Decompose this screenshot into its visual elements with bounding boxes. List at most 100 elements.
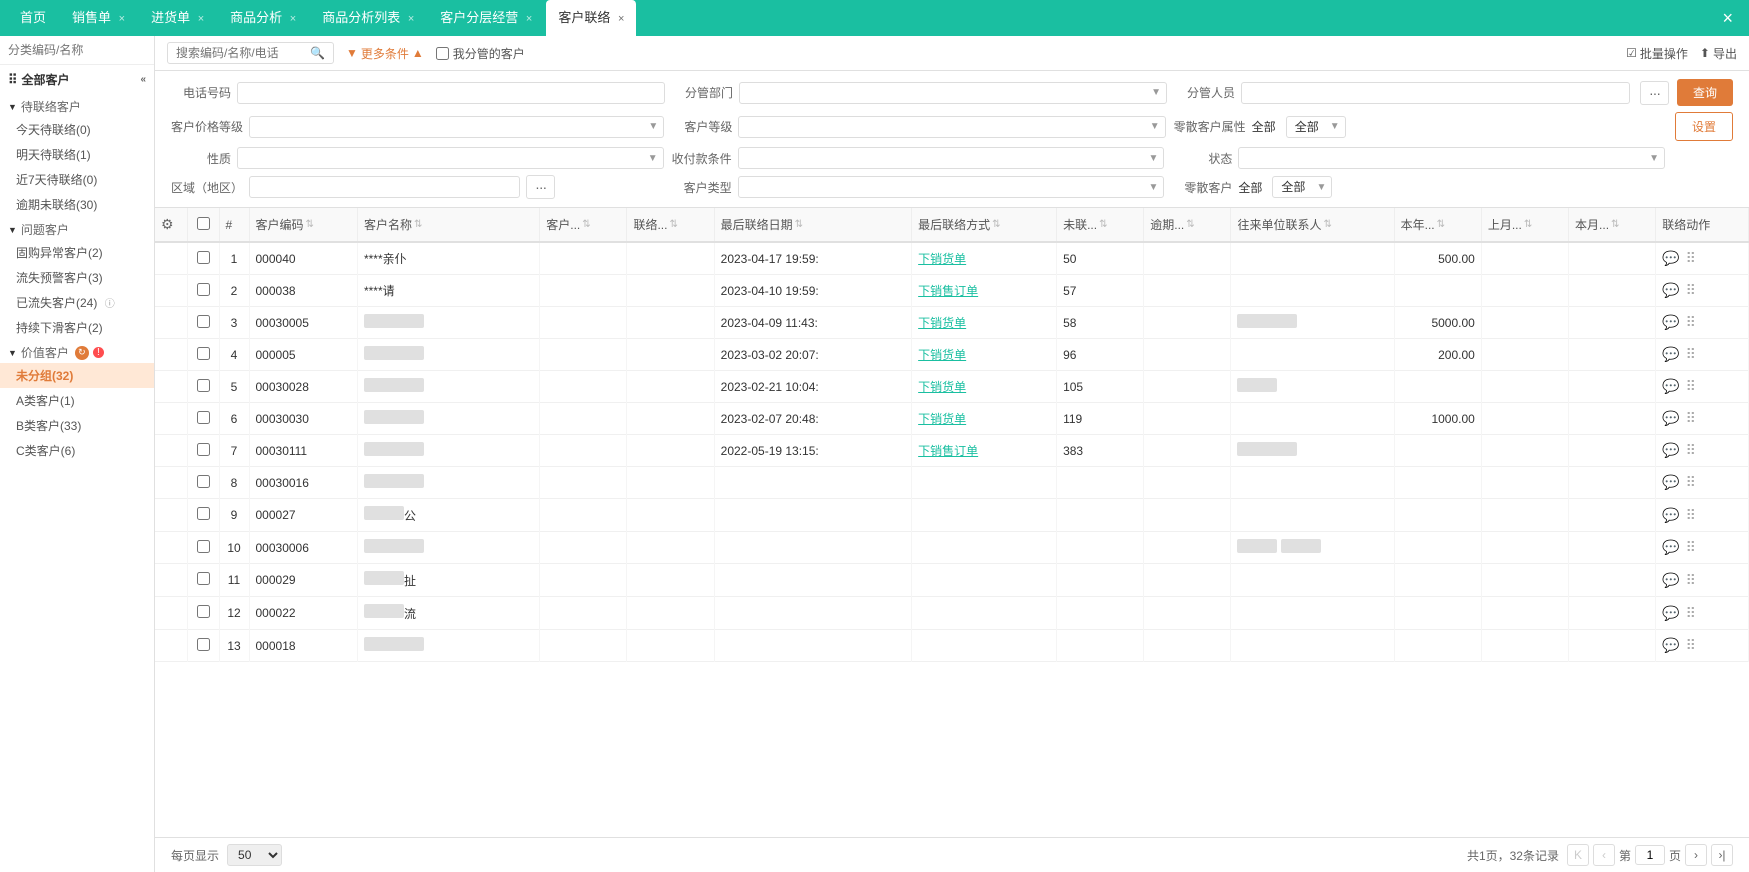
nav-home[interactable]: 首页 <box>8 0 58 36</box>
prev-page-btn[interactable]: ‹ <box>1593 844 1615 866</box>
row-checkbox[interactable] <box>197 475 210 488</box>
reset-btn[interactable]: 设置 <box>1675 112 1733 141</box>
chat-action-icon[interactable]: 💬 <box>1662 572 1679 589</box>
chat-action-icon[interactable]: 💬 <box>1662 507 1679 524</box>
nav-customer-contact[interactable]: 客户联络 × <box>546 0 636 36</box>
last-method-link[interactable]: 下销货单 <box>918 412 966 426</box>
filter-region-input[interactable] <box>249 176 520 198</box>
close-product-analysis[interactable]: × <box>290 13 296 25</box>
last-method-link[interactable]: 下销货单 <box>918 348 966 362</box>
more-action-icon[interactable]: ⠿ <box>1686 539 1696 556</box>
sidebar-item-abnormal[interactable]: 固购异常客户(2) <box>0 240 154 265</box>
chat-action-icon[interactable]: 💬 <box>1662 250 1679 267</box>
chat-action-icon[interactable]: 💬 <box>1662 539 1679 556</box>
all-customers-header[interactable]: ⠿ 全部客户 « <box>0 65 154 94</box>
last-method-link[interactable]: 下销货单 <box>918 380 966 394</box>
type-sort-icon[interactable]: ⇅ <box>582 219 590 230</box>
region-dots-btn[interactable]: ··· <box>526 175 555 199</box>
filter-retail-customer-select[interactable]: 全部 <box>1272 176 1332 198</box>
more-action-icon[interactable]: ⠿ <box>1686 572 1696 589</box>
more-action-icon[interactable]: ⠿ <box>1686 637 1696 654</box>
chat-action-icon[interactable]: 💬 <box>1662 346 1679 363</box>
nav-purchase[interactable]: 进货单 × <box>139 0 216 36</box>
this-year-sort-icon[interactable]: ⇅ <box>1437 219 1445 230</box>
sidebar-search-input[interactable] <box>8 43 155 57</box>
filter-price-level-select[interactable] <box>249 116 664 138</box>
chat-action-icon[interactable]: 💬 <box>1662 442 1679 459</box>
row-checkbox[interactable] <box>197 251 210 264</box>
per-page-select[interactable]: 50 100 200 <box>227 844 282 866</box>
sidebar-item-overdue[interactable]: 逾期未联络(30) <box>0 192 154 217</box>
nav-customer-segment[interactable]: 客户分层经营 × <box>428 0 544 36</box>
filter-type-select[interactable] <box>738 176 1165 198</box>
table-gear-icon[interactable]: ⚙ <box>161 216 174 232</box>
filter-manager-input[interactable] <box>1241 82 1630 104</box>
more-action-icon[interactable]: ⠿ <box>1686 474 1696 491</box>
uncontact-sort-icon[interactable]: ⇅ <box>1099 219 1107 230</box>
partner-sort-icon[interactable]: ⇅ <box>1323 219 1331 230</box>
row-checkbox[interactable] <box>197 507 210 520</box>
filter-dept-select[interactable] <box>739 82 1167 104</box>
row-checkbox[interactable] <box>197 411 210 424</box>
filter-level-select[interactable] <box>738 116 1165 138</box>
sidebar-item-tomorrow[interactable]: 明天待联络(1) <box>0 142 154 167</box>
row-checkbox[interactable] <box>197 379 210 392</box>
last-method-link[interactable]: 下销售订单 <box>918 284 978 298</box>
nav-product-analysis-list[interactable]: 商品分析列表 × <box>310 0 426 36</box>
filter-phone-input[interactable] <box>237 82 665 104</box>
more-action-icon[interactable]: ⠿ <box>1686 250 1696 267</box>
sidebar-item-unclassified[interactable]: 未分组(32) <box>0 363 154 388</box>
last-month-sort-icon[interactable]: ⇅ <box>1524 219 1532 230</box>
this-month-sort-icon[interactable]: ⇅ <box>1611 219 1619 230</box>
sidebar-item-class-b[interactable]: B类客户(33) <box>0 413 154 438</box>
close-purchase[interactable]: × <box>198 13 204 25</box>
chat-action-icon[interactable]: 💬 <box>1662 314 1679 331</box>
my-customers-checkbox[interactable] <box>436 47 449 60</box>
close-customer-segment[interactable]: × <box>526 13 532 25</box>
row-checkbox[interactable] <box>197 283 210 296</box>
last-method-link[interactable]: 下销货单 <box>918 316 966 330</box>
contact-sort-icon[interactable]: ⇅ <box>669 219 677 230</box>
chat-action-icon[interactable]: 💬 <box>1662 282 1679 299</box>
name-sort-icon[interactable]: ⇅ <box>414 219 422 230</box>
more-action-icon[interactable]: ⠿ <box>1686 507 1696 524</box>
code-sort-icon[interactable]: ⇅ <box>306 219 314 230</box>
more-action-icon[interactable]: ⠿ <box>1686 314 1696 331</box>
row-checkbox[interactable] <box>197 315 210 328</box>
filter-nature-select[interactable] <box>237 147 664 169</box>
more-action-icon[interactable]: ⠿ <box>1686 282 1696 299</box>
row-checkbox[interactable] <box>197 572 210 585</box>
last-date-sort-icon[interactable]: ⇅ <box>795 219 803 230</box>
row-checkbox[interactable] <box>197 638 210 651</box>
nav-product-analysis[interactable]: 商品分析 × <box>218 0 308 36</box>
sidebar-item-today[interactable]: 今天待联络(0) <box>0 117 154 142</box>
row-checkbox[interactable] <box>197 605 210 618</box>
row-checkbox[interactable] <box>197 347 210 360</box>
next-page-btn[interactable]: › <box>1685 844 1707 866</box>
batch-op-btn[interactable]: ☑ 批量操作 <box>1626 45 1688 62</box>
overdue-sort-icon[interactable]: ⇅ <box>1186 219 1194 230</box>
sidebar-item-class-a[interactable]: A类客户(1) <box>0 388 154 413</box>
more-conditions-btn[interactable]: ▼ 更多条件 ▲ <box>346 45 424 62</box>
sidebar-item-lost[interactable]: 已流失客户(24) ⓘ <box>0 290 154 315</box>
query-btn[interactable]: 查询 <box>1677 79 1733 106</box>
filter-retail-attr-select[interactable]: 全部 <box>1286 116 1346 138</box>
first-page-btn[interactable]: K <box>1567 844 1589 866</box>
more-action-icon[interactable]: ⠿ <box>1686 378 1696 395</box>
close-customer-contact[interactable]: × <box>618 13 624 25</box>
pending-group-header[interactable]: ▼ 待联络客户 <box>0 94 154 117</box>
filter-status-select[interactable] <box>1238 147 1665 169</box>
last-method-sort-icon[interactable]: ⇅ <box>992 219 1000 230</box>
chat-action-icon[interactable]: 💬 <box>1662 637 1679 654</box>
chat-action-icon[interactable]: 💬 <box>1662 378 1679 395</box>
row-checkbox[interactable] <box>197 540 210 553</box>
more-action-icon[interactable]: ⠿ <box>1686 605 1696 622</box>
close-product-analysis-list[interactable]: × <box>408 13 414 25</box>
sidebar-item-churn-warning[interactable]: 流失预警客户(3) <box>0 265 154 290</box>
window-close-btn[interactable]: × <box>1714 8 1741 29</box>
chat-action-icon[interactable]: 💬 <box>1662 474 1679 491</box>
page-input[interactable] <box>1635 845 1665 865</box>
last-page-btn[interactable]: ›| <box>1711 844 1733 866</box>
nav-sales[interactable]: 销售单 × <box>60 0 137 36</box>
filter-payment-select[interactable] <box>738 147 1165 169</box>
